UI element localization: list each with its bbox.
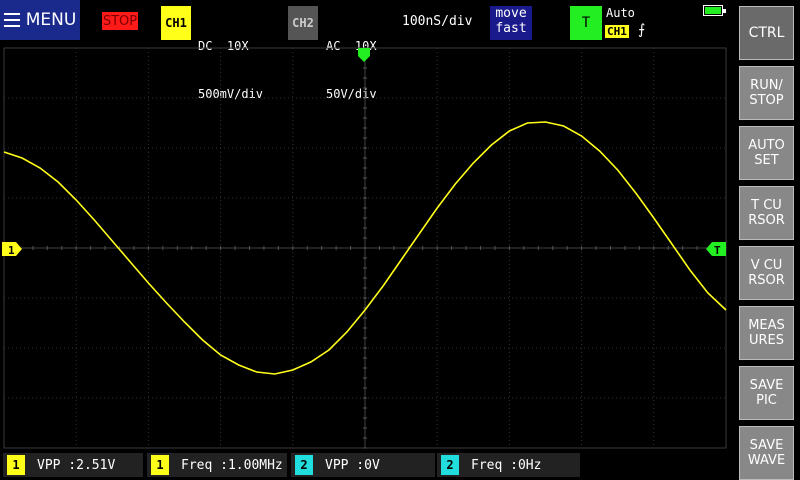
timebase-readout[interactable]: 100nS/div bbox=[402, 14, 472, 29]
mode-line1: move bbox=[495, 6, 527, 21]
menu-button[interactable]: MENU bbox=[0, 0, 80, 40]
save-pic-button[interactable]: SAVE PIC bbox=[739, 366, 794, 420]
mode-line2: fast bbox=[495, 21, 527, 36]
rising-edge-icon: ⨍ bbox=[638, 22, 646, 38]
channel-badge: 2 bbox=[441, 455, 459, 475]
ch1-marker-label: 1 bbox=[8, 244, 15, 257]
measurement-text: VPP :2.51V bbox=[37, 457, 116, 473]
menu-label: MENU bbox=[25, 10, 77, 30]
measurement-text: Freq :1.00MHz bbox=[181, 457, 283, 473]
run-state-indicator: STOP bbox=[102, 12, 138, 30]
measurement-text: Freq :0Hz bbox=[471, 457, 542, 473]
channel-badge: 2 bbox=[295, 455, 313, 475]
ch1-badge[interactable]: CH1 bbox=[161, 6, 191, 40]
measurement-ch1-freq[interactable]: 1 Freq :1.00MHz bbox=[147, 453, 287, 477]
time-cursor-button[interactable]: T CU RSOR bbox=[739, 186, 794, 240]
measurement-text: VPP :0V bbox=[325, 457, 380, 473]
save-wave-button[interactable]: SAVE WAVE bbox=[739, 426, 794, 480]
channel-badge: 1 bbox=[7, 455, 25, 475]
trigger-level-marker[interactable]: T bbox=[706, 242, 726, 257]
battery-fill bbox=[705, 7, 722, 14]
ctrl-button[interactable]: CTRL bbox=[739, 6, 794, 60]
measurement-ch2-freq[interactable]: 2 Freq :0Hz bbox=[437, 453, 580, 477]
graticule bbox=[3, 47, 727, 449]
trigger-marker-label: T bbox=[714, 244, 721, 257]
move-mode-toggle[interactable]: move fast bbox=[490, 6, 532, 40]
trigger-badge[interactable]: T bbox=[570, 6, 602, 40]
trigger-source: CH1 bbox=[605, 25, 629, 38]
measurement-ch2-vpp[interactable]: 2 VPP :0V bbox=[291, 453, 435, 477]
ch2-badge[interactable]: CH2 bbox=[288, 6, 318, 40]
trigger-mode: Auto bbox=[606, 6, 635, 20]
voltage-cursor-button[interactable]: V CU RSOR bbox=[739, 246, 794, 300]
measurement-ch1-vpp[interactable]: 1 VPP :2.51V bbox=[3, 453, 143, 477]
channel-badge: 1 bbox=[151, 455, 169, 475]
run-stop-button[interactable]: RUN/ STOP bbox=[739, 66, 794, 120]
oscilloscope-screen[interactable]: 1 T bbox=[0, 46, 728, 450]
hamburger-icon bbox=[3, 13, 20, 27]
measures-button[interactable]: MEAS URES bbox=[739, 306, 794, 360]
ch1-level-marker[interactable]: 1 bbox=[2, 242, 22, 257]
battery-icon bbox=[703, 5, 726, 16]
auto-set-button[interactable]: AUTO SET bbox=[739, 126, 794, 180]
time-position-marker[interactable] bbox=[358, 48, 370, 62]
